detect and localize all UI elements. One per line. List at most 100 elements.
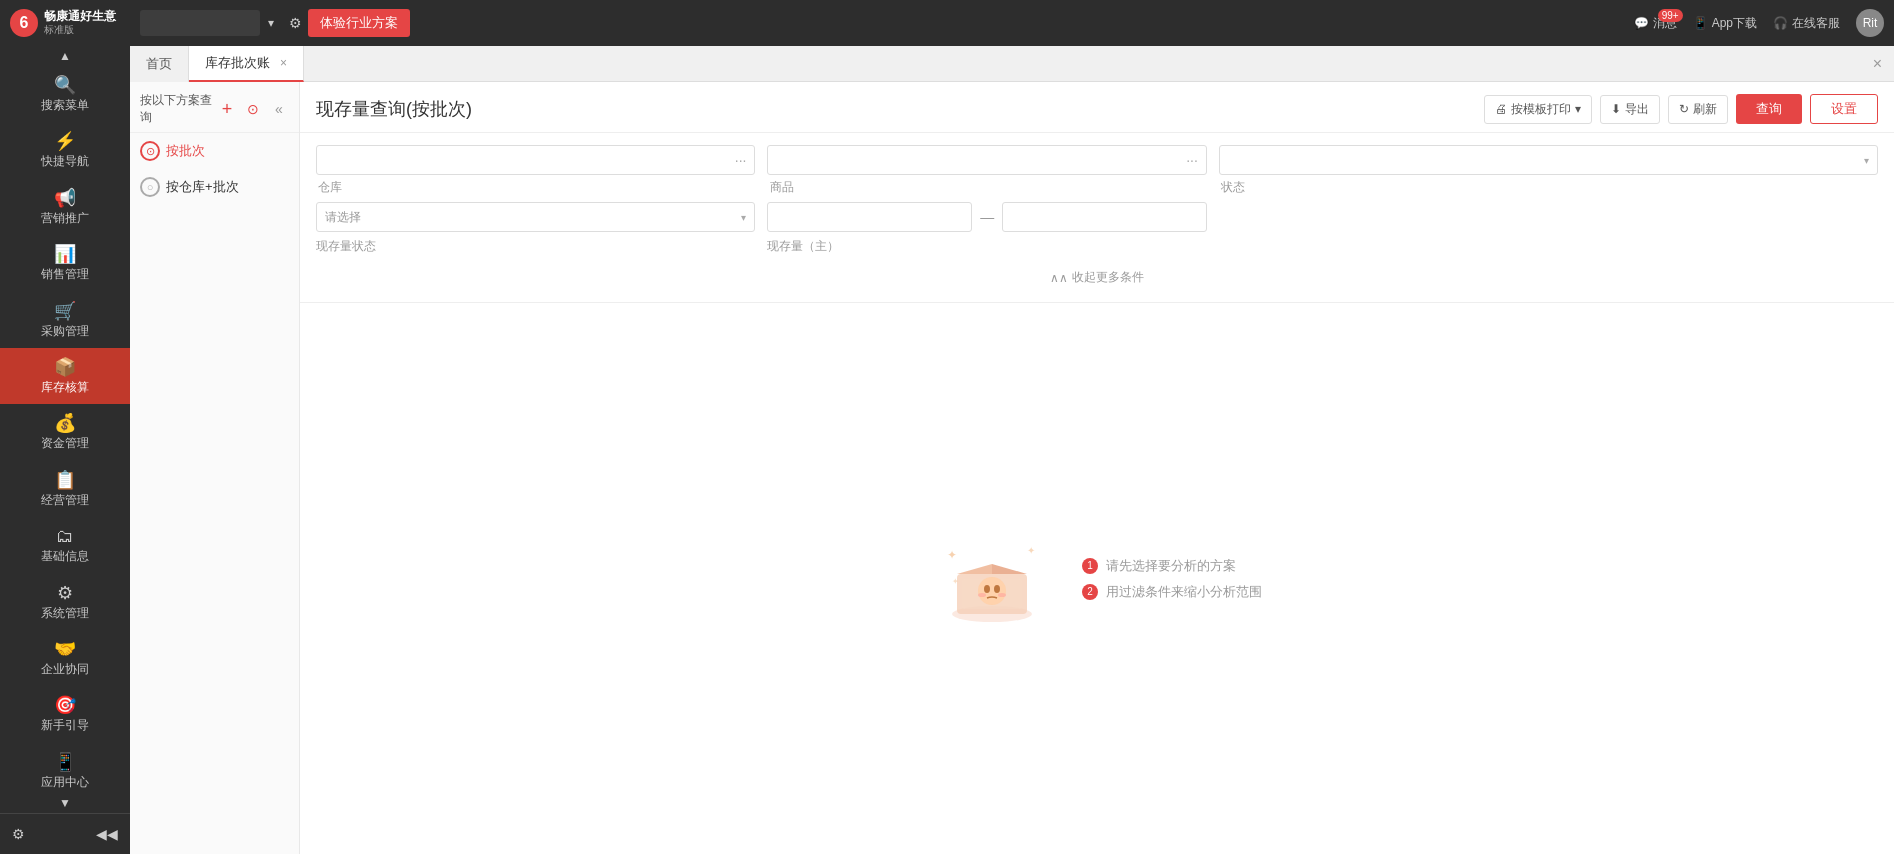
topbar-right: 💬 消息 99+ 📱 App下载 🎧 在线客服 Rit [1634, 9, 1884, 37]
online-service-button[interactable]: 🎧 在线客服 [1773, 15, 1840, 32]
headset-icon: 🎧 [1773, 16, 1788, 30]
search-icon: 🔍 [54, 76, 76, 94]
sidebar-item-inventory[interactable]: 📦 库存核算 [0, 348, 130, 404]
page-header-actions: 🖨 按模板打印 ▾ ⬇ 导出 ↻ 刷新 查询 设置 [1484, 94, 1878, 124]
stock-status-select[interactable]: 请选择 ▾ [316, 202, 755, 232]
query-button[interactable]: 查询 [1736, 94, 1802, 124]
stock-qty-from-input[interactable] [776, 210, 963, 224]
sidebar-item-finance[interactable]: 💰 资金管理 [0, 404, 130, 460]
sidebar-settings-btn[interactable]: ⚙ [8, 822, 29, 846]
main-layout: ▲ 🔍 搜索菜单 ⚡ 快捷导航 📢 营销推广 📊 销售管理 🛒 采购管理 [0, 46, 1894, 854]
sidebar-item-purchase[interactable]: 🛒 采购管理 [0, 292, 130, 348]
message-icon: 💬 [1634, 16, 1649, 30]
sidebar-collapse-btn[interactable]: ◀◀ [92, 822, 122, 846]
topbar-search-area: ▾ ⚙ [140, 10, 308, 36]
sidebar-item-appstore[interactable]: 📱 应用中心 [0, 743, 130, 793]
sidebar-item-newbie[interactable]: 🎯 新手引导 [0, 686, 130, 742]
sales-icon: 📊 [54, 245, 76, 263]
sidebar-scroll-down[interactable]: ▼ [0, 793, 130, 813]
topbar-gear-btn[interactable]: ⚙ [282, 10, 308, 36]
topbar-logo: 畅康通好生意 标准版 [44, 9, 130, 37]
print-btn[interactable]: 🖨 按模板打印 ▾ [1484, 95, 1592, 124]
tip-num-2: 2 [1082, 584, 1098, 600]
svg-point-9 [998, 593, 1006, 597]
close-all-tabs-btn[interactable]: × [1861, 55, 1894, 73]
product-filter: ··· [767, 145, 1206, 175]
warehouse-dots[interactable]: ··· [735, 152, 747, 168]
stock-qty-to-input[interactable] [1011, 210, 1198, 224]
sidebar-scroll: 🔍 搜索菜单 ⚡ 快捷导航 📢 营销推广 📊 销售管理 🛒 采购管理 📦 [0, 66, 130, 793]
filter-row-2: 请选择 ▾ 现存量状态 — [316, 202, 1878, 255]
filter-settings-btn[interactable]: 设置 [1810, 94, 1878, 124]
left-panel: 按以下方案查询 + ⊙ « ⊙ 按批次 ○ 按仓库+批次 [130, 82, 300, 854]
tab-inventory-batch-label: 库存批次账 [205, 54, 270, 72]
scheme-by-warehouse-batch-label: 按仓库+批次 [166, 178, 239, 196]
collapse-panel-btn[interactable]: « [269, 99, 289, 119]
tab-home[interactable]: 首页 [130, 46, 189, 82]
user-avatar: Rit [1856, 9, 1884, 37]
export-icon: ⬇ [1611, 102, 1621, 116]
warehouse-filter: ··· [316, 145, 755, 175]
export-btn[interactable]: ⬇ 导出 [1600, 95, 1660, 124]
scheme-settings-btn[interactable]: ⊙ [243, 99, 263, 119]
tip-num-1: 1 [1082, 558, 1098, 574]
status-select[interactable]: ▾ [1219, 145, 1878, 175]
sidebar-scroll-up[interactable]: ▲ [0, 46, 130, 66]
sidebar-item-basic[interactable]: 🗂 基础信息 [0, 517, 130, 573]
sidebar-item-operation[interactable]: 📋 经营管理 [0, 461, 130, 517]
svg-text:✦: ✦ [952, 577, 959, 586]
empty-tip-2: 2 用过滤条件来缩小分析范围 [1082, 583, 1262, 601]
topbar-dropdown-btn[interactable]: ▾ [268, 16, 274, 30]
sidebar-item-search[interactable]: 🔍 搜索菜单 [0, 66, 130, 122]
refresh-btn[interactable]: ↻ 刷新 [1668, 95, 1728, 124]
filter-area: ··· ··· ▾ [300, 133, 1894, 303]
stock-qty-dash: — [976, 202, 998, 232]
chevron-down-icon: ▾ [268, 16, 274, 30]
stock-qty-to-wrapper[interactable] [1002, 202, 1207, 232]
experience-button[interactable]: 体验行业方案 [308, 9, 410, 37]
page-title: 现存量查询(按批次) [316, 97, 472, 121]
topbar-search-input[interactable] [140, 10, 260, 36]
purchase-icon: 🛒 [54, 302, 76, 320]
status-label: 状态 [1219, 179, 1878, 196]
svg-point-5 [978, 577, 1006, 605]
sidebar-item-sales[interactable]: 📊 销售管理 [0, 235, 130, 291]
user-menu-button[interactable]: Rit [1856, 9, 1884, 37]
product-input[interactable] [776, 153, 1186, 167]
tab-close-icon[interactable]: × [280, 56, 287, 70]
stock-qty-from-wrapper[interactable] [767, 202, 972, 232]
svg-text:✦: ✦ [947, 548, 957, 562]
left-panel-actions: + ⊙ « [217, 99, 289, 119]
operation-icon: 📋 [54, 471, 76, 489]
product-dots[interactable]: ··· [1186, 152, 1198, 168]
warehouse-label: 仓库 [316, 179, 756, 196]
sidebar-item-marketing[interactable]: 📢 营销推广 [0, 179, 130, 235]
topbar: 6 畅康通好生意 标准版 ▾ ⚙ 体验行业方案 💬 消息 99+ 📱 App下载… [0, 0, 1894, 46]
enterprise-icon: 🤝 [54, 640, 76, 658]
add-scheme-btn[interactable]: + [217, 99, 237, 119]
page-header: 现存量查询(按批次) 🖨 按模板打印 ▾ ⬇ 导出 ↻ [300, 82, 1894, 133]
finance-icon: 💰 [54, 414, 76, 432]
page-content: 按以下方案查询 + ⊙ « ⊙ 按批次 ○ 按仓库+批次 [130, 82, 1894, 854]
tab-inventory-batch[interactable]: 库存批次账 × [189, 46, 304, 82]
warehouse-input-wrapper[interactable]: ··· [316, 145, 755, 175]
collapse-filter-btn[interactable]: ∧∧ 收起更多条件 [316, 265, 1878, 290]
empty-tips: 1 请先选择要分析的方案 2 用过滤条件来缩小分析范围 [1082, 557, 1262, 601]
stock-status-label: 现存量状态 [316, 238, 755, 255]
messages-button[interactable]: 💬 消息 99+ [1634, 15, 1677, 32]
app-download-button[interactable]: 📱 App下载 [1693, 15, 1757, 32]
scheme-query-label: 按以下方案查询 [140, 92, 217, 126]
brand-name: 畅康通好生意 [44, 9, 116, 23]
refresh-icon: ↻ [1679, 102, 1689, 116]
scheme-by-batch[interactable]: ⊙ 按批次 [130, 133, 299, 169]
chevron-up-icon: ∧∧ [1050, 271, 1068, 285]
shortcut-icon: ⚡ [54, 132, 76, 150]
sidebar-item-enterprise[interactable]: 🤝 企业协同 [0, 630, 130, 686]
scheme-by-warehouse-batch[interactable]: ○ 按仓库+批次 [130, 169, 299, 205]
sidebar-item-system[interactable]: ⚙ 系统管理 [0, 574, 130, 630]
warehouse-input[interactable] [325, 153, 735, 167]
product-input-wrapper[interactable]: ··· [767, 145, 1206, 175]
scheme-active-icon: ⊙ [140, 141, 160, 161]
sidebar-item-shortcut[interactable]: ⚡ 快捷导航 [0, 122, 130, 178]
left-panel-header: 按以下方案查询 + ⊙ « [130, 82, 299, 133]
